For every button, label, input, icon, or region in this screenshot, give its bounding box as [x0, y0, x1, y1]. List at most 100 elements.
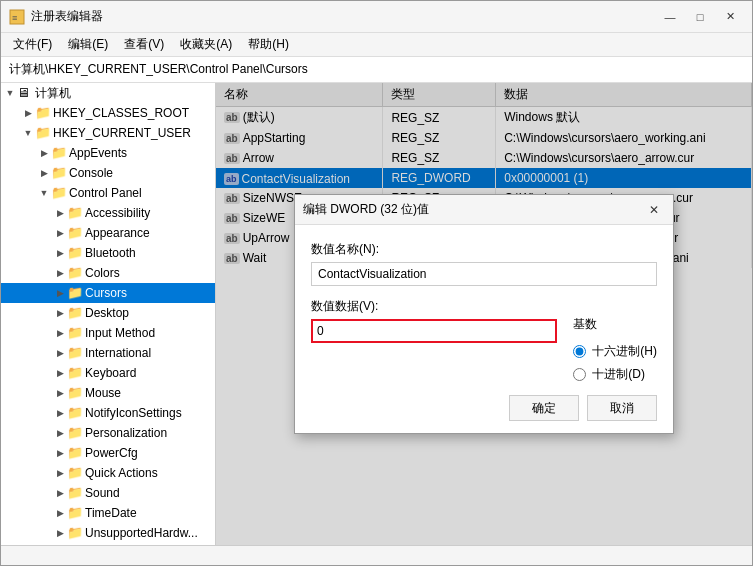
dialog-cancel-button[interactable]: 取消 [587, 395, 657, 421]
tree-label-computer: 计算机 [35, 85, 71, 102]
dialog-title: 编辑 DWORD (32 位)值 [303, 201, 429, 218]
tree-item-appevents[interactable]: ▶ 📁 AppEvents [1, 143, 215, 163]
folder-icon-colors: 📁 [67, 265, 83, 281]
breadcrumb-text: 计算机\HKEY_CURRENT_USER\Control Panel\Curs… [9, 61, 308, 78]
expand-icon-current-user: ▼ [21, 126, 35, 140]
tree-label-colors: Colors [85, 266, 120, 280]
expand-icon-inputmethod: ▶ [53, 326, 67, 340]
tree-label-appevents: AppEvents [69, 146, 127, 160]
tree-item-mouse[interactable]: ▶ 📁 Mouse [1, 383, 215, 403]
folder-icon-accessibility: 📁 [67, 205, 83, 221]
expand-icon-mouse: ▶ [53, 386, 67, 400]
tree-item-desktop[interactable]: ▶ 📁 Desktop [1, 303, 215, 323]
tree-label-mouse: Mouse [85, 386, 121, 400]
dialog-name-text: ContactVisualization [318, 267, 427, 281]
tree-item-keyboard[interactable]: ▶ 📁 Keyboard [1, 363, 215, 383]
tree-item-quickactions[interactable]: ▶ 📁 Quick Actions [1, 463, 215, 483]
tree-item-personalization[interactable]: ▶ 📁 Personalization [1, 423, 215, 443]
tree-label-powercfg: PowerCfg [85, 446, 138, 460]
dialog-overlay: 编辑 DWORD (32 位)值 ✕ 数值名称(N): ContactVisua… [216, 83, 752, 545]
radio-dec-input[interactable] [573, 368, 586, 381]
tree-item-colors[interactable]: ▶ 📁 Colors [1, 263, 215, 283]
tree-item-sound[interactable]: ▶ 📁 Sound [1, 483, 215, 503]
dialog-base-label: 基数 [573, 316, 657, 333]
tree-label-timedate: TimeDate [85, 506, 137, 520]
tree-item-appearance[interactable]: ▶ 📁 Appearance [1, 223, 215, 243]
radio-dec-label: 十进制(D) [592, 366, 645, 383]
tree-label-sound: Sound [85, 486, 120, 500]
tree-label-keyboard: Keyboard [85, 366, 136, 380]
tree-item-console[interactable]: ▶ 📁 Console [1, 163, 215, 183]
menu-view[interactable]: 查看(V) [116, 35, 172, 55]
right-panel: 名称 类型 数据 ab (默认) REG_SZ Windows 默认 ab Ap… [216, 83, 752, 545]
folder-icon-notify: 📁 [67, 405, 83, 421]
menu-edit[interactable]: 编辑(E) [60, 35, 116, 55]
radio-hex-input[interactable] [573, 345, 586, 358]
menu-favorites[interactable]: 收藏夹(A) [172, 35, 240, 55]
tree-item-inputmethod[interactable]: ▶ 📁 Input Method [1, 323, 215, 343]
dialog-buttons: 确定 取消 [311, 395, 657, 421]
tree-label-bluetooth: Bluetooth [85, 246, 136, 260]
tree-item-control-panel[interactable]: ▼ 📁 Control Panel [1, 183, 215, 203]
svg-text:≡: ≡ [12, 13, 17, 23]
folder-icon-appearance: 📁 [67, 225, 83, 241]
tree-item-accessibility[interactable]: ▶ 📁 Accessibility [1, 203, 215, 223]
tree-label-inputmethod: Input Method [85, 326, 155, 340]
expand-icon-control-panel: ▼ [37, 186, 51, 200]
expand-icon-unsupported: ▶ [53, 526, 67, 540]
tree-label-console: Console [69, 166, 113, 180]
menu-file[interactable]: 文件(F) [5, 35, 60, 55]
title-bar-left: ≡ 注册表编辑器 [9, 8, 103, 25]
radio-hex[interactable]: 十六进制(H) [573, 343, 657, 360]
tree-label-personalization: Personalization [85, 426, 167, 440]
tree-item-classes-root[interactable]: ▶ 📁 HKEY_CLASSES_ROOT [1, 103, 215, 123]
tree-panel: ▼ 🖥 计算机 ▶ 📁 HKEY_CLASSES_ROOT ▼ 📁 HKEY_C… [1, 83, 216, 545]
tree-label-appearance: Appearance [85, 226, 150, 240]
folder-icon-classes: 📁 [35, 105, 51, 121]
tree-label-cursors: Cursors [85, 286, 127, 300]
tree-label-accessibility: Accessibility [85, 206, 150, 220]
dialog-close-button[interactable]: ✕ [643, 200, 665, 220]
close-button[interactable]: ✕ [716, 7, 744, 27]
tree-item-cursors[interactable]: ▶ 📁 Cursors [1, 283, 215, 303]
folder-icon-console: 📁 [51, 165, 67, 181]
dialog-name-value: ContactVisualization [311, 262, 657, 286]
tree-item-international[interactable]: ▶ 📁 International [1, 343, 215, 363]
tree-item-powercfg[interactable]: ▶ 📁 PowerCfg [1, 443, 215, 463]
folder-icon-quickactions: 📁 [67, 465, 83, 481]
expand-icon-personalization: ▶ [53, 426, 67, 440]
dialog-ok-button[interactable]: 确定 [509, 395, 579, 421]
radio-dec[interactable]: 十进制(D) [573, 366, 657, 383]
title-controls: — □ ✕ [656, 7, 744, 27]
folder-icon-international: 📁 [67, 345, 83, 361]
expand-icon-powercfg: ▶ [53, 446, 67, 460]
tree-label-classes-root: HKEY_CLASSES_ROOT [53, 106, 189, 120]
expand-icon-international: ▶ [53, 346, 67, 360]
tree-item-notifyiconsettings[interactable]: ▶ 📁 NotifyIconSettings [1, 403, 215, 423]
tree-item-unsupportedhardw[interactable]: ▶ 📁 UnsupportedHardw... [1, 523, 215, 543]
maximize-button[interactable]: □ [686, 7, 714, 27]
menu-help[interactable]: 帮助(H) [240, 35, 297, 55]
dialog-data-input[interactable] [311, 319, 557, 343]
tree-label-notifyiconsettings: NotifyIconSettings [85, 406, 182, 420]
minimize-button[interactable]: — [656, 7, 684, 27]
title-bar: ≡ 注册表编辑器 — □ ✕ [1, 1, 752, 33]
folder-icon-unsupported: 📁 [67, 525, 83, 541]
tree-label-unsupportedhardw: UnsupportedHardw... [85, 526, 198, 540]
tree-item-timedate[interactable]: ▶ 📁 TimeDate [1, 503, 215, 523]
expand-icon-appevents: ▶ [37, 146, 51, 160]
expand-icon-timedate: ▶ [53, 506, 67, 520]
radio-hex-label: 十六进制(H) [592, 343, 657, 360]
tree-label-desktop: Desktop [85, 306, 129, 320]
expand-icon-quickactions: ▶ [53, 466, 67, 480]
tree-item-bluetooth[interactable]: ▶ 📁 Bluetooth [1, 243, 215, 263]
folder-icon-powercfg: 📁 [67, 445, 83, 461]
window-title: 注册表编辑器 [31, 8, 103, 25]
expand-icon-desktop: ▶ [53, 306, 67, 320]
dialog-title-bar: 编辑 DWORD (32 位)值 ✕ [295, 195, 673, 225]
folder-icon-timedate: 📁 [67, 505, 83, 521]
expand-icon-classes: ▶ [21, 106, 35, 120]
tree-item-current-user[interactable]: ▼ 📁 HKEY_CURRENT_USER [1, 123, 215, 143]
dialog-name-label: 数值名称(N): [311, 241, 657, 258]
tree-item-computer[interactable]: ▼ 🖥 计算机 [1, 83, 215, 103]
